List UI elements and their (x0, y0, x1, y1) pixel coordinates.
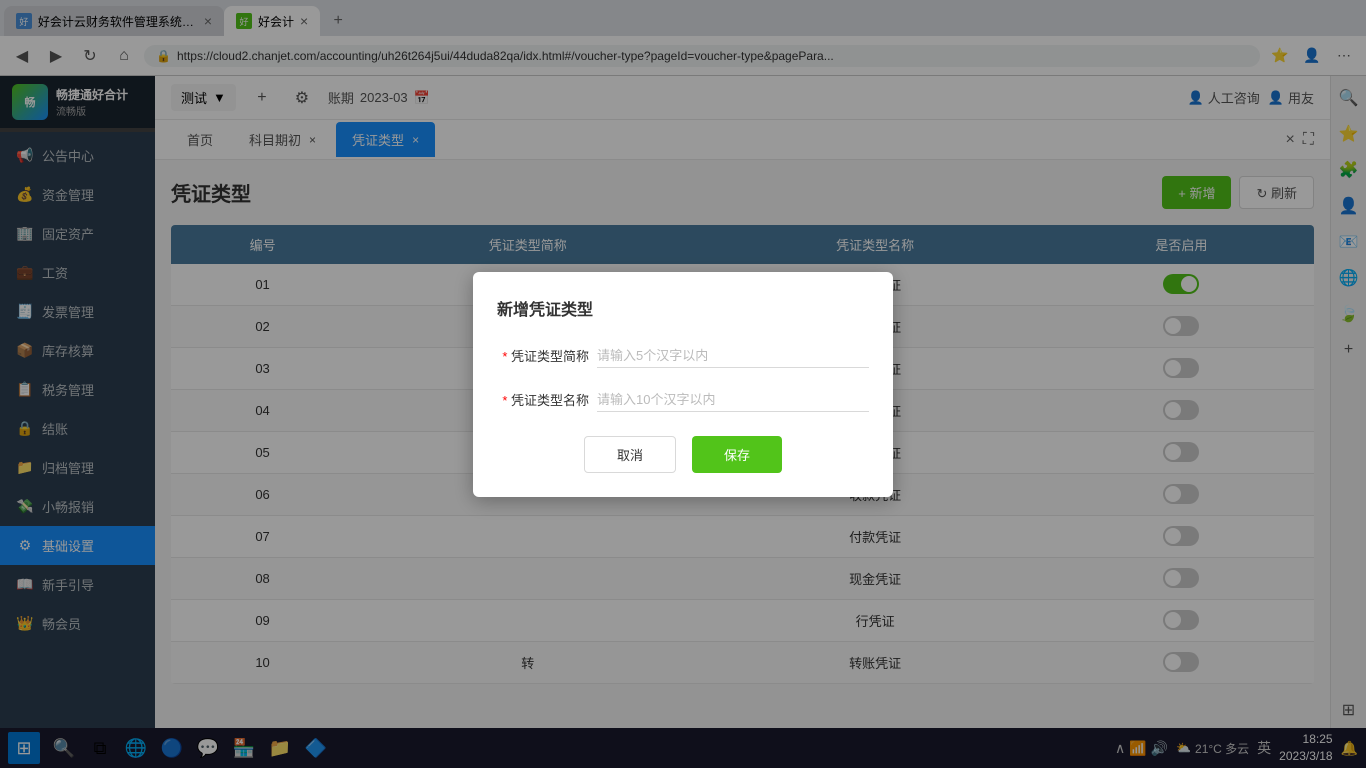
name-label: 凭证类型名称 (497, 390, 597, 409)
name-input[interactable] (597, 388, 869, 412)
add-voucher-modal: 新增凭证类型 凭证类型简称 凭证类型名称 取消 保存 (473, 272, 893, 497)
short-label: 凭证类型简称 (497, 346, 597, 365)
save-button[interactable]: 保存 (692, 436, 782, 473)
modal-title: 新增凭证类型 (497, 296, 869, 320)
modal-overlay: 新增凭证类型 凭证类型简称 凭证类型名称 取消 保存 (0, 0, 1366, 768)
form-item-name: 凭证类型名称 (497, 388, 869, 412)
modal-footer: 取消 保存 (497, 436, 869, 473)
short-input[interactable] (597, 344, 869, 368)
cancel-button[interactable]: 取消 (584, 436, 676, 473)
form-item-short: 凭证类型简称 (497, 344, 869, 368)
